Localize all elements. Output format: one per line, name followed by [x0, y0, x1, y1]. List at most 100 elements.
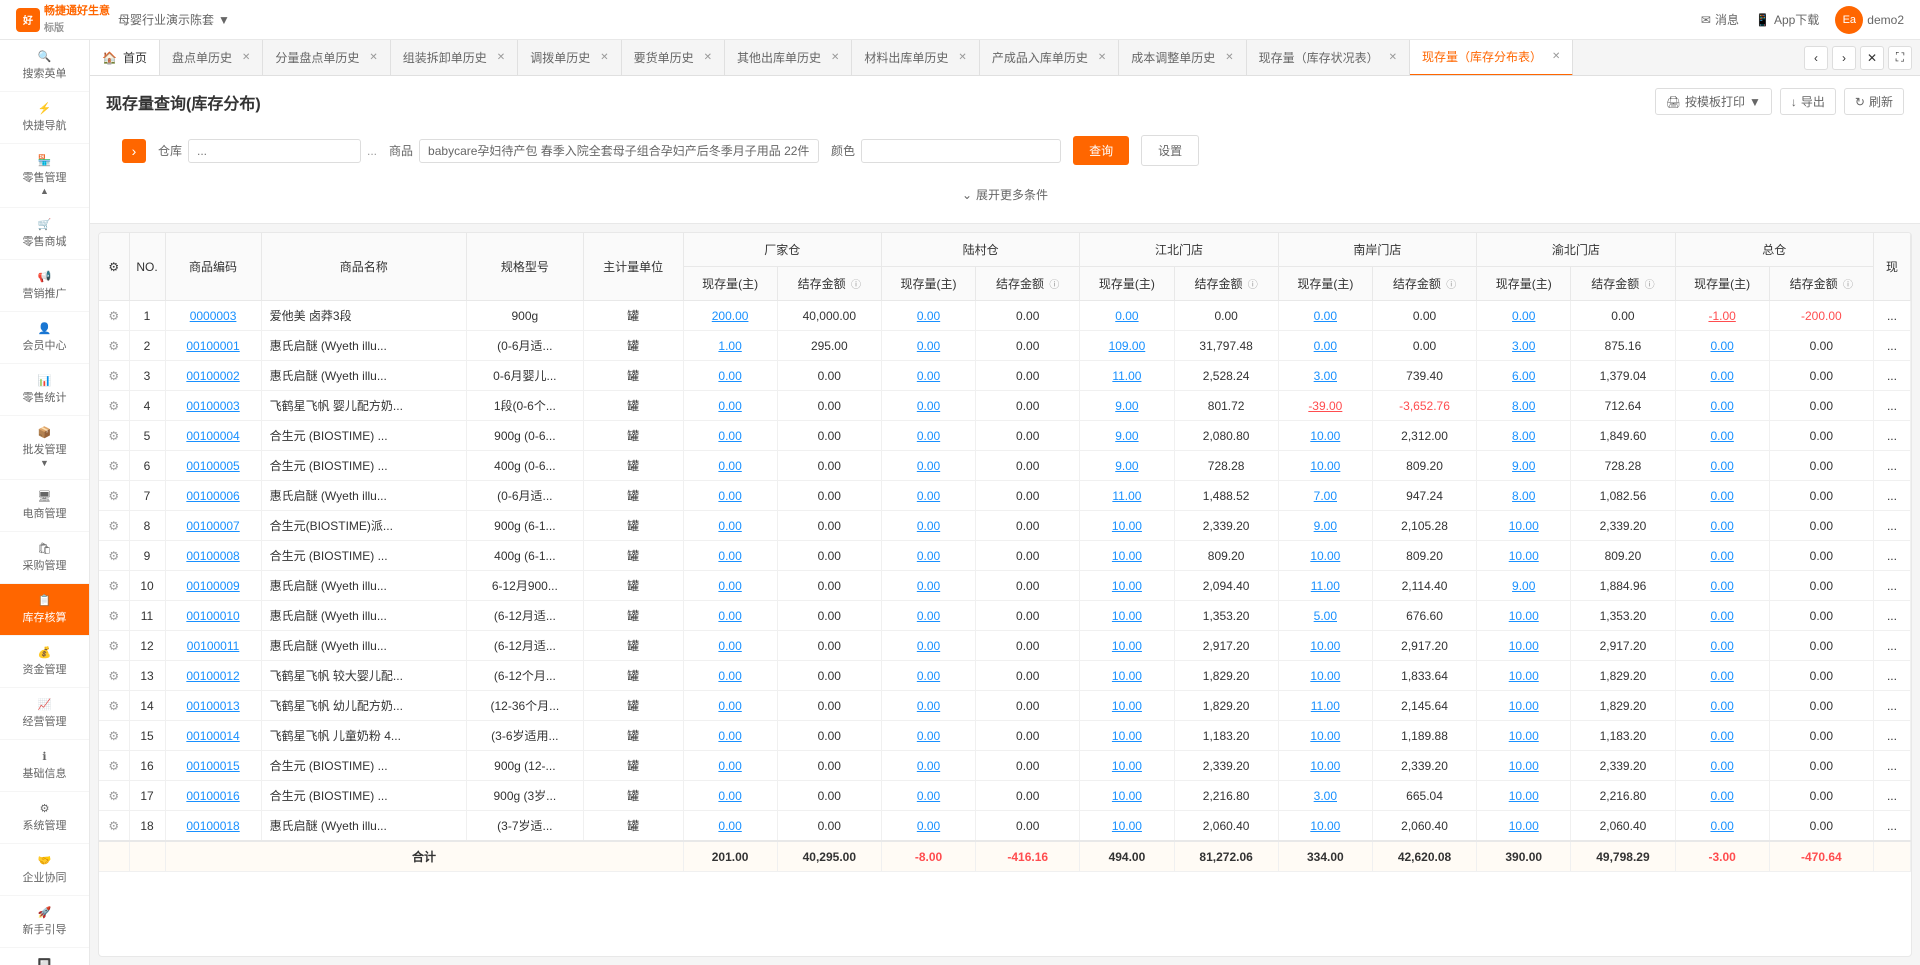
sidebar-item-new-guide[interactable]: 🚀 新手引导	[0, 896, 89, 948]
summary-row: 合计 201.00 40,295.00 -8.00 -416.16 494.00…	[99, 841, 1911, 872]
cell-luo-stock: 0.00	[881, 631, 975, 661]
tab-home[interactable]: 🏠 首页	[90, 40, 160, 76]
cell-yb-stock: 10.00	[1477, 661, 1571, 691]
cell-fac-amt: 0.00	[777, 811, 881, 842]
cell-jb-amt: 2,060.40	[1174, 811, 1278, 842]
tab-material-outbound[interactable]: 材料出库单历史 ✕	[852, 40, 979, 76]
sidebar-item-enterprise-collab[interactable]: 🤝 企业协同	[0, 844, 89, 896]
th-spec: 规格型号	[466, 233, 583, 301]
table-body: ⚙ 1 0000003 爱他美 卤莽3段 900g 罐 200.00 40,00…	[99, 301, 1911, 872]
filter-expand-btn[interactable]: ›	[122, 139, 146, 163]
warehouse-input[interactable]	[188, 139, 361, 163]
sidebar-item-ecommerce[interactable]: 🖥 电商管理	[0, 480, 89, 532]
cell-fac-stock: 0.00	[683, 481, 777, 511]
cell-total-amt: 0.00	[1769, 541, 1873, 571]
tab-other-outbound[interactable]: 其他出库单历史 ✕	[725, 40, 852, 76]
print-btn[interactable]: 🖨 按模板打印 ▼	[1655, 88, 1772, 115]
cell-jb-stock: 10.00	[1080, 631, 1174, 661]
cell-gear: ⚙	[99, 301, 129, 331]
query-btn[interactable]: 查询	[1073, 136, 1129, 165]
table-row: ⚙ 7 00100006 惠氏启醚 (Wyeth illu... (0-6月适.…	[99, 481, 1911, 511]
tab-close-icon[interactable]: ✕	[242, 52, 250, 63]
cell-gear: ⚙	[99, 481, 129, 511]
cell-luo-amt: 0.00	[976, 331, 1080, 361]
cell-current: ...	[1873, 691, 1910, 721]
cell-fac-stock: 0.00	[683, 541, 777, 571]
cell-code: 00100007	[165, 511, 261, 541]
tab-next-btn[interactable]: ›	[1832, 46, 1856, 70]
store-selector[interactable]: 母婴行业演示陈套 ▼	[118, 11, 230, 28]
cell-unit: 罐	[583, 541, 683, 571]
tab-inventory-check[interactable]: 盘点单历史 ✕	[160, 40, 263, 76]
warehouse-label: 仓库	[158, 142, 182, 159]
color-input[interactable]	[861, 139, 1061, 163]
sidebar-item-wholesale-mgmt[interactable]: 📦 批发管理 ▼	[0, 416, 89, 480]
sidebar-item-finance[interactable]: 💰 资金管理	[0, 636, 89, 688]
cell-total-stock: 0.00	[1675, 661, 1769, 691]
goods-input[interactable]	[419, 139, 819, 163]
summary-yb-amt: 49,798.29	[1571, 841, 1675, 872]
filter-goods: 商品	[389, 139, 819, 163]
message-btn[interactable]: ✉ 消息	[1701, 11, 1739, 28]
warehouse-more-btn[interactable]: ...	[367, 144, 377, 158]
refresh-btn[interactable]: ↻ 刷新	[1844, 88, 1904, 115]
cell-yb-amt: 875.16	[1571, 331, 1675, 361]
sidebar-item-retail-store[interactable]: 🛒 零售商城	[0, 208, 89, 260]
tab-close-icon[interactable]: ✕	[1098, 52, 1106, 63]
sidebar-item-marketing[interactable]: 📢 营销推广	[0, 260, 89, 312]
tab-close-all-btn[interactable]: ✕	[1860, 46, 1884, 70]
sidebar-item-quick-nav[interactable]: ⚡ 快捷导航	[0, 92, 89, 144]
cell-fac-amt: 0.00	[777, 571, 881, 601]
tab-close-icon[interactable]: ✕	[831, 52, 839, 63]
sidebar-item-search-hero[interactable]: 🔍 搜索英单	[0, 40, 89, 92]
tab-cost-adjust[interactable]: 成本调整单历史 ✕	[1119, 40, 1246, 76]
tab-purchase-order[interactable]: 要货单历史 ✕	[622, 40, 725, 76]
tab-close-icon[interactable]: ✕	[369, 52, 377, 63]
tab-close-icon[interactable]: ✕	[704, 52, 712, 63]
sidebar-item-basic-info[interactable]: ℹ 基础信息	[0, 740, 89, 792]
top-bar: 好 畅捷通好生意 标版 母婴行业演示陈套 ▼ ✉ 消息 📱 App下载 Ea d…	[0, 0, 1920, 40]
user-area[interactable]: Ea demo2	[1835, 6, 1904, 34]
tab-close-icon[interactable]: ✕	[600, 52, 608, 63]
sidebar-item-app-center[interactable]: 🔲 应用中心	[0, 948, 89, 965]
sidebar-item-purchase[interactable]: 🛍 采购管理	[0, 532, 89, 584]
export-btn[interactable]: ↓ 导出	[1780, 88, 1836, 115]
sidebar-item-member[interactable]: 👤 会员中心	[0, 312, 89, 364]
settings-btn[interactable]: 设置	[1141, 135, 1199, 166]
expand-more-btn[interactable]: ⌄ 展开更多条件	[962, 186, 1048, 203]
sidebar-item-operation[interactable]: 📈 经营管理	[0, 688, 89, 740]
tab-close-icon[interactable]: ✕	[1389, 52, 1397, 63]
tab-close-icon[interactable]: ✕	[1552, 51, 1560, 62]
cell-luo-amt: 0.00	[976, 571, 1080, 601]
cell-spec: 400g (0-6...	[466, 451, 583, 481]
tab-expand-btn[interactable]: ⛶	[1888, 46, 1912, 70]
cell-na-amt: 1,189.88	[1372, 721, 1476, 751]
sidebar-item-retail-mgmt[interactable]: 🏪 零售管理 ▲	[0, 144, 89, 208]
tab-inventory-status[interactable]: 现存量（库存状况表） ✕	[1247, 40, 1410, 76]
tab-assembly[interactable]: 组装拆卸单历史 ✕	[391, 40, 518, 76]
tab-prev-btn[interactable]: ‹	[1804, 46, 1828, 70]
cell-name: 惠氏启醚 (Wyeth illu...	[261, 361, 466, 391]
sidebar-item-inventory-audit[interactable]: 📋 库存核算	[0, 584, 89, 636]
tab-close-icon[interactable]: ✕	[958, 52, 966, 63]
cell-code: 00100004	[165, 421, 261, 451]
tab-sub-inventory-check[interactable]: 分量盘点单历史 ✕	[263, 40, 390, 76]
cell-jb-amt: 2,339.20	[1174, 751, 1278, 781]
cell-yb-stock: 8.00	[1477, 421, 1571, 451]
logo-area: 好 畅捷通好生意 标版	[16, 5, 110, 33]
cell-unit: 罐	[583, 451, 683, 481]
tab-close-icon[interactable]: ✕	[1225, 52, 1233, 63]
cell-fac-amt: 0.00	[777, 661, 881, 691]
tab-close-icon[interactable]: ✕	[497, 52, 505, 63]
app-download-btn[interactable]: 📱 App下载	[1755, 11, 1819, 28]
tab-transfer[interactable]: 调拨单历史 ✕	[518, 40, 621, 76]
tab-product-inbound[interactable]: 产成品入库单历史 ✕	[980, 40, 1119, 76]
sidebar-item-system[interactable]: ⚙ 系统管理	[0, 792, 89, 844]
th-total-stock: 现存量(主)	[1675, 267, 1769, 301]
cell-yb-stock: 0.00	[1477, 301, 1571, 331]
sidebar-item-retail-stats[interactable]: 📊 零售统计	[0, 364, 89, 416]
tab-inventory-dist[interactable]: 现存量（库存分布表） ✕	[1410, 40, 1573, 76]
cell-luo-stock: 0.00	[881, 391, 975, 421]
table-row: ⚙ 14 00100013 飞鹤星飞帆 幼儿配方奶... (12-36个月...…	[99, 691, 1911, 721]
cell-unit: 罐	[583, 751, 683, 781]
